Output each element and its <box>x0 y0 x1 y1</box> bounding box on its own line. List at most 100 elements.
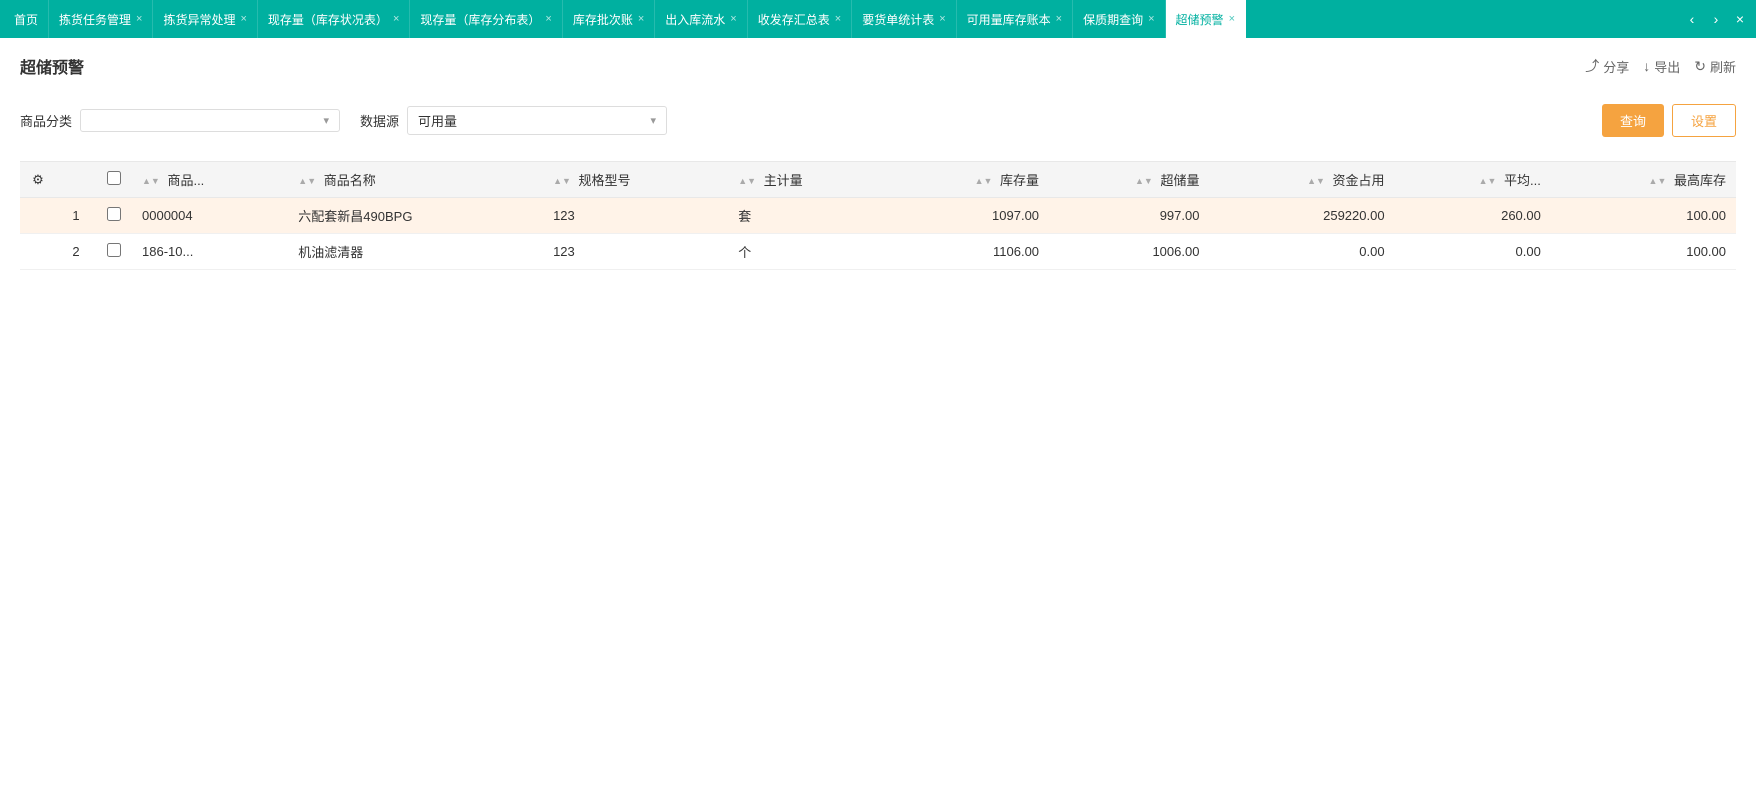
nav-available[interactable]: 可用量库存账本 × <box>957 0 1073 38</box>
th-spec[interactable]: ▲▼ 规格型号 <box>543 162 728 198</box>
sort-capital-icon: ▲▼ <box>1307 177 1325 186</box>
row-avg: 0.00 <box>1395 234 1551 270</box>
th-unit[interactable]: ▲▼ 主计量 <box>728 162 888 198</box>
nav-next-btn[interactable]: › <box>1704 0 1728 38</box>
th-over-label: 超储量 <box>1160 173 1199 188</box>
category-dropdown-icon: ▾ <box>323 114 329 127</box>
sort-over-icon: ▲▼ <box>1135 177 1153 186</box>
nav-prev-btn[interactable]: ‹ <box>1680 0 1704 38</box>
datasource-select[interactable]: 可用量 ▾ <box>407 106 667 135</box>
nav-batch-close[interactable]: × <box>638 13 644 25</box>
nav-inout-close[interactable]: × <box>730 13 736 25</box>
th-avg[interactable]: ▲▼ 平均... <box>1395 162 1551 198</box>
row-over: 997.00 <box>1049 198 1209 234</box>
header-actions: ⤴ 分享 ↓ 导出 ↻ 刷新 <box>1585 56 1736 76</box>
nav-inventory-status[interactable]: 现存量（库存状况表） × <box>258 0 410 38</box>
row-max: 100.00 <box>1551 198 1736 234</box>
th-capital[interactable]: ▲▼ 资金占用 <box>1209 162 1394 198</box>
nav-exception-close[interactable]: × <box>240 13 246 25</box>
th-gear[interactable]: ⚙ <box>20 162 56 198</box>
select-all-checkbox[interactable] <box>107 171 121 185</box>
query-button[interactable]: 查询 <box>1602 104 1664 137</box>
page-title: 超储预警 <box>20 54 84 78</box>
category-select[interactable]: ▾ <box>80 109 340 132</box>
th-name-label: 商品名称 <box>324 173 376 188</box>
nav-task[interactable]: 拣货任务管理 × <box>49 0 153 38</box>
row-checkbox[interactable] <box>107 207 121 221</box>
settings-button[interactable]: 设置 <box>1672 104 1736 137</box>
nav-inout-label: 出入库流水 <box>665 11 725 28</box>
row-unit: 个 <box>728 234 888 270</box>
nav-order-stat[interactable]: 要货单统计表 × <box>852 0 956 38</box>
page-header: 超储预警 ⤴ 分享 ↓ 导出 ↻ 刷新 <box>20 54 1736 78</box>
sort-max-icon: ▲▼ <box>1649 177 1667 186</box>
row-stock: 1106.00 <box>889 234 1049 270</box>
sort-spec-icon: ▲▼ <box>553 177 571 186</box>
row-checkbox[interactable] <box>107 243 121 257</box>
row-index: 2 <box>56 234 96 270</box>
th-over[interactable]: ▲▼ 超储量 <box>1049 162 1209 198</box>
nav-order-stat-label: 要货单统计表 <box>862 11 934 28</box>
nav-home[interactable]: 首页 <box>4 0 49 38</box>
datasource-dropdown-icon: ▾ <box>651 114 657 127</box>
row-max: 100.00 <box>1551 234 1736 270</box>
th-stock[interactable]: ▲▼ 库存量 <box>889 162 1049 198</box>
category-label: 商品分类 <box>20 111 72 130</box>
nav-inout[interactable]: 出入库流水 × <box>655 0 747 38</box>
nav-overstock[interactable]: 超储预警 × <box>1166 0 1246 38</box>
nav-expiry-label: 保质期查询 <box>1083 11 1143 28</box>
nav-inventory-dist-label: 现存量（库存分布表） <box>420 11 540 28</box>
export-icon: ↓ <box>1643 58 1650 74</box>
nav-task-close[interactable]: × <box>136 13 142 25</box>
nav-batch[interactable]: 库存批次账 × <box>563 0 655 38</box>
refresh-button[interactable]: ↻ 刷新 <box>1694 57 1736 76</box>
datasource-label: 数据源 <box>360 111 399 130</box>
nav-batch-label: 库存批次账 <box>573 11 633 28</box>
refresh-label: 刷新 <box>1710 57 1736 76</box>
nav-close-all-btn[interactable]: × <box>1728 0 1752 38</box>
nav-home-label: 首页 <box>14 11 38 28</box>
th-capital-label: 资金占用 <box>1333 173 1385 188</box>
sort-name-icon: ▲▼ <box>298 177 316 186</box>
nav-available-close[interactable]: × <box>1056 13 1062 25</box>
th-name[interactable]: ▲▼ 商品名称 <box>288 162 543 198</box>
data-table: ⚙ ▲▼ 商品... ▲▼ 商品名称 ▲▼ 规格型号 ▲▼ <box>20 161 1736 270</box>
th-code-label: 商品... <box>167 173 204 188</box>
nav-inventory-status-close[interactable]: × <box>393 13 399 25</box>
th-stock-label: 库存量 <box>1000 173 1039 188</box>
nav-exception[interactable]: 拣货异常处理 × <box>153 0 257 38</box>
nav-order-stat-close[interactable]: × <box>939 13 945 25</box>
share-button[interactable]: ⤴ 分享 <box>1585 56 1629 76</box>
row-gear-cell <box>20 198 56 234</box>
nav-summary[interactable]: 收发存汇总表 × <box>748 0 852 38</box>
datasource-filter-group: 数据源 可用量 ▾ <box>360 106 667 135</box>
nav-arrows: ‹ › × <box>1680 0 1752 38</box>
share-icon: ⤴ <box>1585 56 1599 76</box>
nav-summary-close[interactable]: × <box>835 13 841 25</box>
nav-expiry-close[interactable]: × <box>1148 13 1154 25</box>
category-filter-group: 商品分类 ▾ <box>20 109 340 132</box>
row-code: 0000004 <box>132 198 288 234</box>
th-checkbox[interactable] <box>96 162 132 198</box>
nav-exception-label: 拣货异常处理 <box>163 11 235 28</box>
export-label: 导出 <box>1654 57 1680 76</box>
nav-expiry[interactable]: 保质期查询 × <box>1073 0 1165 38</box>
action-buttons: 查询 设置 <box>1602 104 1736 137</box>
th-max-label: 最高库存 <box>1674 173 1726 188</box>
nav-inventory-dist[interactable]: 现存量（库存分布表） × <box>410 0 562 38</box>
sort-avg-icon: ▲▼ <box>1479 177 1497 186</box>
filter-row: 商品分类 ▾ 数据源 可用量 ▾ 查询 设置 <box>20 94 1736 147</box>
row-stock: 1097.00 <box>889 198 1049 234</box>
nav-inventory-dist-close[interactable]: × <box>545 13 551 25</box>
refresh-icon: ↻ <box>1694 58 1706 75</box>
row-checkbox-cell[interactable] <box>96 198 132 234</box>
th-code[interactable]: ▲▼ 商品... <box>132 162 288 198</box>
row-checkbox-cell[interactable] <box>96 234 132 270</box>
nav-overstock-close[interactable]: × <box>1229 13 1235 25</box>
top-nav: 首页 拣货任务管理 × 拣货异常处理 × 现存量（库存状况表） × 现存量（库存… <box>0 0 1756 38</box>
row-spec: 123 <box>543 234 728 270</box>
export-button[interactable]: ↓ 导出 <box>1643 57 1680 76</box>
nav-inventory-status-label: 现存量（库存状况表） <box>268 11 388 28</box>
datasource-select-value: 可用量 <box>418 111 457 130</box>
th-max[interactable]: ▲▼ 最高库存 <box>1551 162 1736 198</box>
